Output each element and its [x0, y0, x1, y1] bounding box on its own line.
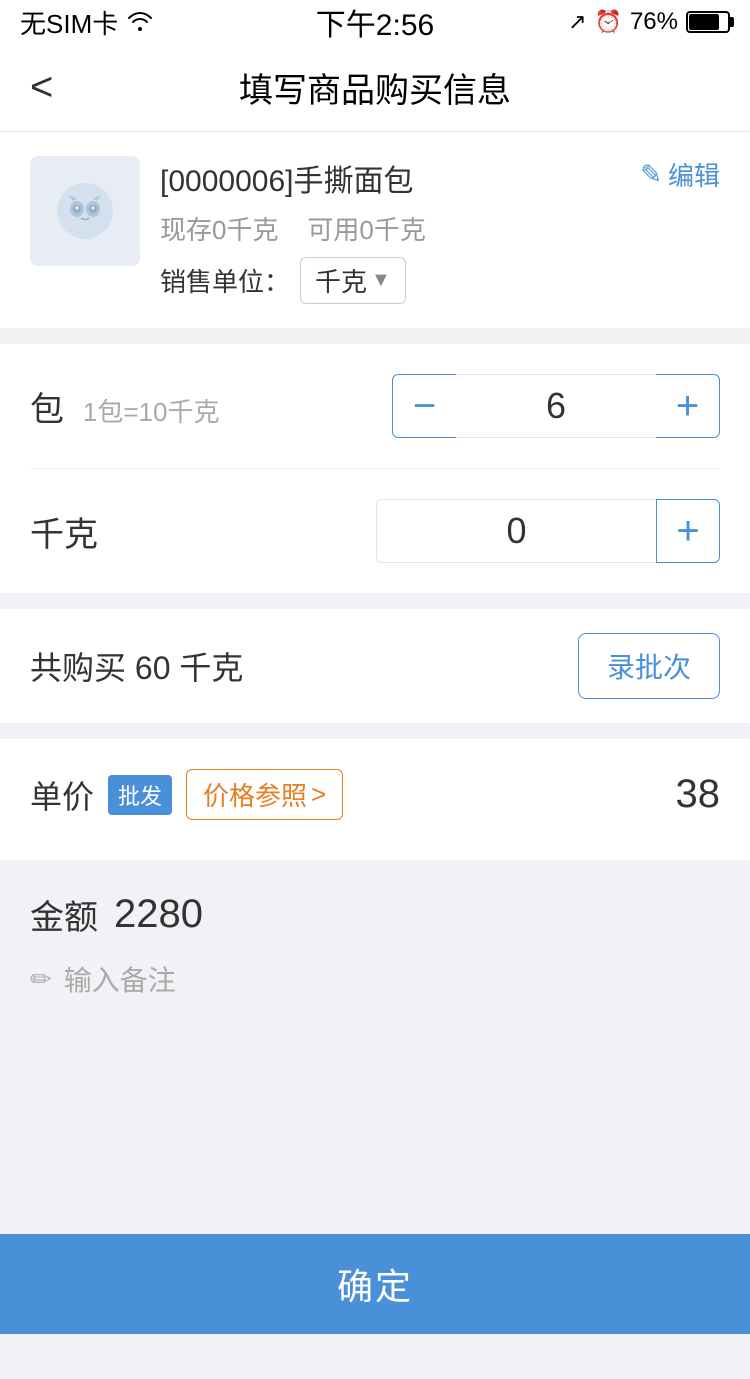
price-ref-button[interactable]: 价格参照 > [186, 769, 343, 820]
carrier-label: 无SIM卡 [20, 4, 118, 41]
confirm-button[interactable]: 确定 [0, 1234, 750, 1334]
kg-increment-button[interactable]: + [656, 499, 720, 563]
product-name: [0000006]手撕面包 [160, 156, 413, 200]
nav-bar: < 填写商品购买信息 [0, 44, 750, 132]
bao-decrement-button[interactable]: − [392, 374, 456, 438]
status-bar: 无SIM卡 下午2:56 ↗ ⏰ 76% [0, 0, 750, 44]
battery-percent: 76% [630, 8, 678, 36]
remark-label: 输入备注 [64, 959, 176, 999]
page-title: 填写商品购买信息 [239, 63, 511, 112]
bao-row: 包 1包=10千克 − + [30, 344, 720, 469]
status-left: 无SIM卡 [20, 4, 154, 41]
bao-input[interactable] [456, 374, 656, 438]
chevron-down-icon: ▼ [371, 269, 391, 292]
status-right: ↗ ⏰ 76% [568, 8, 730, 36]
bao-label-group: 包 1包=10千克 [30, 382, 219, 431]
wifi-icon [126, 7, 154, 38]
price-left: 单价 批发 价格参照 > [30, 769, 343, 820]
battery-icon [686, 11, 730, 33]
amount-row: 金额 2280 [30, 890, 720, 939]
amount-section: 金额 2280 ✏ 输入备注 [0, 860, 750, 1019]
price-section: 单价 批发 价格参照 > 38 [0, 739, 750, 860]
pencil-icon: ✏ [30, 964, 52, 995]
edit-button[interactable]: ✎ 编辑 [640, 156, 720, 193]
price-tag: 批发 [108, 775, 172, 815]
location-icon: ↗ [568, 9, 586, 35]
product-unit-row: 销售单位： 千克 ▼ [160, 257, 720, 304]
price-row: 单价 批发 价格参照 > 38 [30, 769, 720, 820]
back-button[interactable]: < [30, 65, 53, 110]
batch-button[interactable]: 录批次 [578, 633, 720, 699]
unit-select[interactable]: 千克 ▼ [300, 257, 406, 304]
bao-controls: − + [392, 374, 720, 438]
bao-increment-button[interactable]: + [656, 374, 720, 438]
quantity-section: 包 1包=10千克 − + 千克 + [0, 344, 750, 593]
edit-icon: ✎ [640, 159, 662, 190]
kg-input[interactable] [376, 499, 656, 563]
price-value: 38 [676, 772, 721, 817]
product-card: [0000006]手撕面包 ✎ 编辑 现存0千克 可用0千克 销售单位： 千克 … [0, 132, 750, 328]
total-section: 共购买 60 千克 录批次 [0, 609, 750, 723]
content: [0000006]手撕面包 ✎ 编辑 现存0千克 可用0千克 销售单位： 千克 … [0, 132, 750, 1379]
kg-controls: + [376, 499, 720, 563]
alarm-icon: ⏰ [595, 9, 622, 35]
remark-row[interactable]: ✏ 输入备注 [30, 959, 720, 999]
total-label: 共购买 60 千克 [30, 643, 243, 689]
kg-row: 千克 + [30, 469, 720, 593]
product-info: [0000006]手撕面包 ✎ 编辑 现存0千克 可用0千克 销售单位： 千克 … [160, 156, 720, 304]
product-image [30, 156, 140, 266]
product-stock: 现存0千克 可用0千克 [160, 210, 720, 247]
kg-label: 千克 [30, 507, 98, 556]
status-time: 下午2:56 [316, 0, 434, 44]
